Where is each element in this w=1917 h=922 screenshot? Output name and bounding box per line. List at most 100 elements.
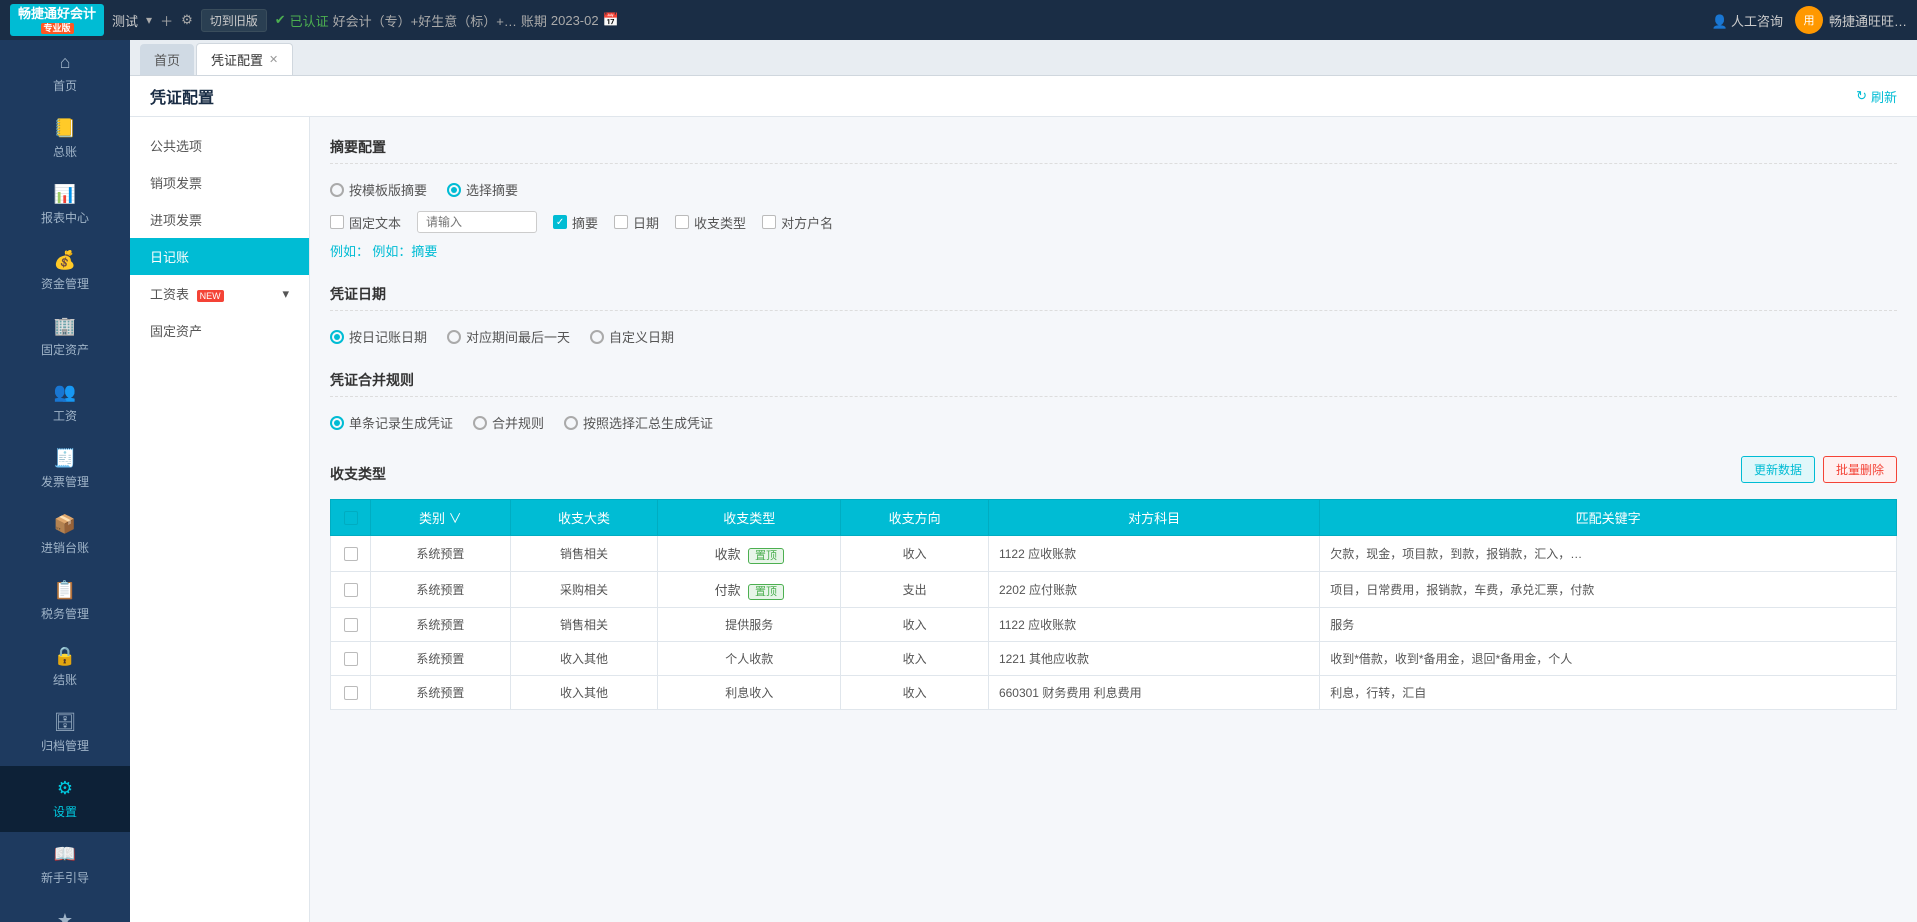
left-nav-payroll-sheet[interactable]: 工资表 NEW ▾ [130,275,309,312]
tab-bar: 首页 凭证配置 ✕ [130,40,1917,76]
row-checkbox-3[interactable] [331,608,371,642]
row-checkbox-2[interactable] [331,572,371,608]
sidebar-item-close[interactable]: 🔒 结账 [0,634,130,700]
row-checkbox-4[interactable] [331,642,371,676]
row-direction-1: 收入 [841,536,989,572]
content-area: 首页 凭证配置 ✕ 凭证配置 ↻ 刷新 公共 [130,40,1917,922]
company-dropdown-icon[interactable]: ▾ [146,13,152,27]
gear-icon: ⚙ [57,778,73,799]
new-badge: NEW [197,290,224,302]
purchase-icon: 📦 [54,514,76,535]
row-direction-4: 收入 [841,642,989,676]
row-type-4: 个人收款 [658,642,841,676]
table-row: 系统预置 收入其他 利息收入 收入 660301 财务费用 利息费用 利息，行转… [331,676,1897,710]
cb-counterpart[interactable]: 对方户名 [762,213,833,232]
calendar-icon[interactable]: 📅 [603,12,619,28]
settings-icon[interactable]: ⚙ [181,12,193,28]
cb-fixed-text[interactable]: 固定文本 [330,213,401,232]
radio-custom-date[interactable]: 自定义日期 [590,327,674,346]
user-menu[interactable]: 用 畅捷通旺旺… [1795,6,1907,34]
sidebar-item-purchase[interactable]: 📦 进销台账 [0,502,130,568]
expand-icon: ▾ [282,286,289,302]
row-big-type-1: 销售相关 [510,536,658,572]
radio-unchecked [447,330,461,344]
left-nav-public[interactable]: 公共选项 [130,127,309,164]
row-direction-3: 收入 [841,608,989,642]
row-category-1: 系统预置 [371,536,511,572]
cb-box-checked: ✓ [553,215,567,229]
radio-period-last[interactable]: 对应期间最后一天 [447,327,570,346]
sidebar-item-invoice[interactable]: 🧾 发票管理 [0,436,130,502]
main-layout: ⌂ 首页 📒 总账 📊 报表中心 💰 资金管理 🏢 固定资产 👥 工资 🧾 发票… [0,40,1917,922]
cb-summary[interactable]: ✓ 摘要 [553,213,598,232]
app-logo: 畅捷通好会计 专业版 [10,4,104,37]
select-all-checkbox[interactable] [344,511,358,525]
tab-voucher-config[interactable]: 凭证配置 ✕ [196,43,293,75]
table-header-direction: 收支方向 [841,500,989,536]
inner-layout: 公共选项 销项发票 进项发票 日记账 工资表 NEW [130,117,1917,922]
sidebar-item-newbie[interactable]: 📖 新手引导 [0,832,130,898]
refresh-button[interactable]: ↻ 刷新 [1856,87,1897,106]
radio-journal-date[interactable]: 按日记账日期 [330,327,427,346]
summary-radio-group: 按模板版摘要 选择摘要 [330,180,1897,199]
row-checkbox-1[interactable] [331,536,371,572]
sidebar-item-asset[interactable]: 🏢 固定资产 [0,304,130,370]
page-wrapper: 凭证配置 ↻ 刷新 公共选项 销项发票 进项发票 [130,76,1917,922]
sidebar-item-ledger[interactable]: 📒 总账 [0,106,130,172]
table-header-type: 收支类型 [658,500,841,536]
cb-pay-type[interactable]: 收支类型 [675,213,746,232]
voucher-merge-section: 凭证合并规则 单条记录生成凭证 合并规则 [330,370,1897,432]
sidebar-item-settings[interactable]: ⚙ 设置 [0,766,130,832]
row-direction-5: 收入 [841,676,989,710]
radio-single[interactable]: 单条记录生成凭证 [330,413,453,432]
radio-merge-unchecked [473,416,487,430]
summary-config-section: 摘要配置 按模板版摘要 选择摘要 [330,137,1897,260]
left-nav-purchase-inv[interactable]: 进项发票 [130,201,309,238]
asset-icon: 🏢 [54,316,76,337]
sidebar-item-member[interactable]: ★ 畅会员 [0,898,130,922]
row-keywords-1: 欠款，现金，项目款，到款，报销款，汇入，… [1320,536,1897,572]
radio-select-summary[interactable]: 选择摘要 [447,180,518,199]
update-data-button[interactable]: 更新数据 [1741,456,1815,483]
sort-icon: ∨ [449,511,462,526]
left-nav-sales[interactable]: 销项发票 [130,164,309,201]
add-icon[interactable]: ＋ [160,11,173,30]
old-version-button[interactable]: 切到旧版 [201,9,267,32]
sidebar-item-payroll[interactable]: 👥 工资 [0,370,130,436]
row-type-5: 利息收入 [658,676,841,710]
table-header-checkbox[interactable] [331,500,371,536]
sidebar-item-fund[interactable]: 💰 资金管理 [0,238,130,304]
income-expense-section: 收支类型 更新数据 批量删除 [330,456,1897,710]
cb-date[interactable]: 日期 [614,213,659,232]
table-row: 系统预置 采购相关 付款 置顶 支出 2202 应付账款 项目，日常费用，报销款… [331,572,1897,608]
archive-icon: 🗄 [54,712,77,733]
radio-summary-gen[interactable]: 按照选择汇总生成凭证 [564,413,713,432]
table-header-subject: 对方科目 [988,500,1319,536]
tab-home[interactable]: 首页 [140,44,194,75]
batch-delete-button[interactable]: 批量删除 [1823,456,1897,483]
sidebar-item-home[interactable]: ⌂ 首页 [0,40,130,106]
cb-box-pay-type [675,215,689,229]
left-nav-fixed-asset[interactable]: 固定资产 [130,312,309,349]
row-checkbox-5[interactable] [331,676,371,710]
sidebar-item-archive[interactable]: 🗄 归档管理 [0,700,130,766]
left-nav-journal[interactable]: 日记账 [130,238,309,275]
row-big-type-3: 销售相关 [510,608,658,642]
radio-merge[interactable]: 合并规则 [473,413,544,432]
tab-close-icon[interactable]: ✕ [269,53,278,66]
radio-template-summary[interactable]: 按模板版摘要 [330,180,427,199]
row-category-3: 系统预置 [371,608,511,642]
voucher-date-radio-group: 按日记账日期 对应期间最后一天 自定义日期 [330,327,1897,346]
sidebar-item-report[interactable]: 📊 报表中心 [0,172,130,238]
row-big-type-5: 收入其他 [510,676,658,710]
tax-icon: 📋 [54,580,76,601]
sidebar-item-tax[interactable]: 📋 税务管理 [0,568,130,634]
help-button[interactable]: 👤 人工咨询 [1711,11,1783,30]
row-type-3: 提供服务 [658,608,841,642]
row-direction-2: 支出 [841,572,989,608]
row-type-2: 付款 置顶 [658,572,841,608]
row-subject-5: 660301 财务费用 利息费用 [988,676,1319,710]
fixed-text-input[interactable] [417,211,537,233]
status-tags: ✔ 已认证 好会计（专）+好生意（标）+… 账期 2023-02 📅 [275,11,619,30]
example-text: 例如： 例如：摘要 [330,241,1897,260]
